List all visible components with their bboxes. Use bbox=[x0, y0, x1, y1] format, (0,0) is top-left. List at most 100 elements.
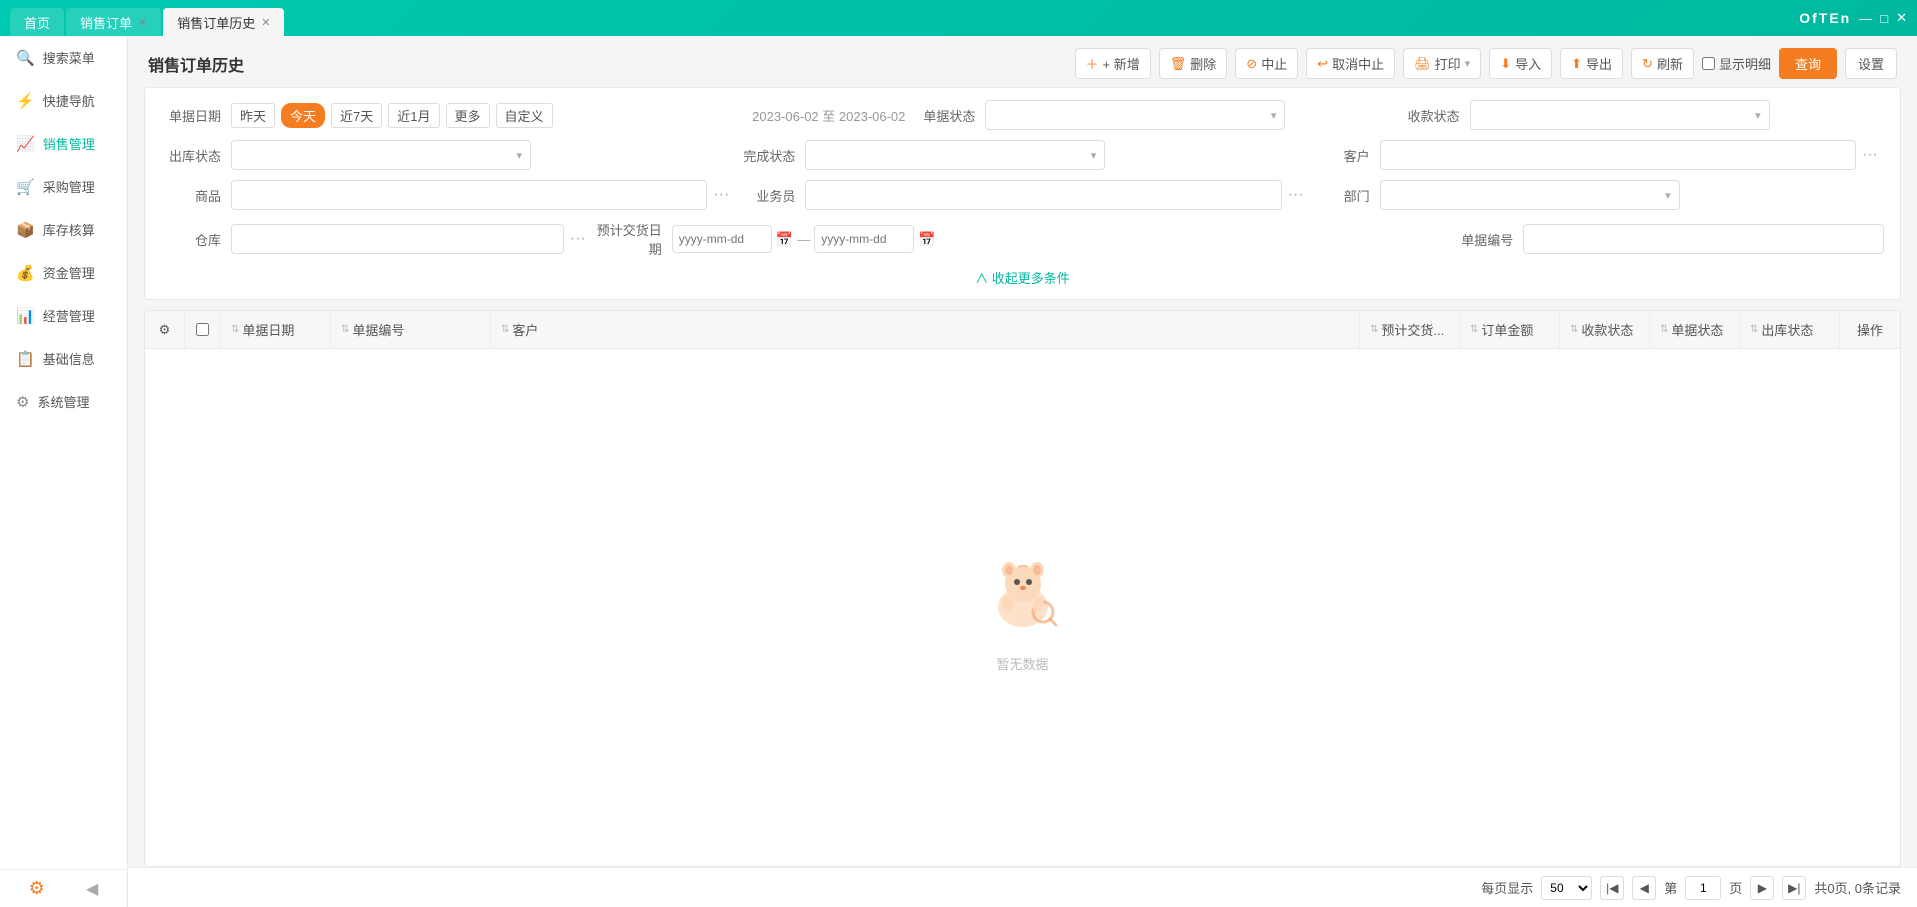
tab-home[interactable]: 首页 bbox=[10, 8, 64, 36]
pagination-first-btn[interactable]: |◀ bbox=[1600, 876, 1624, 900]
print-label: 打印 bbox=[1435, 54, 1461, 73]
goods-ellipsis-btn[interactable]: ··· bbox=[707, 186, 735, 204]
select-all-checkbox[interactable] bbox=[196, 323, 209, 336]
goods-section: 商品 ··· bbox=[161, 180, 735, 210]
per-page-select[interactable]: 50 10 20 100 bbox=[1541, 876, 1592, 900]
delivery-end-input[interactable] bbox=[814, 225, 914, 253]
out-status-select[interactable]: ▾ bbox=[231, 140, 531, 170]
export-button[interactable]: ⬆ 导出 bbox=[1560, 48, 1623, 79]
bill-status-select[interactable]: ▾ bbox=[985, 100, 1285, 130]
pay-status-select[interactable]: ▾ bbox=[1470, 100, 1770, 130]
empty-text: 暂无数据 bbox=[996, 654, 1048, 673]
warehouse-ellipsis-btn[interactable]: ··· bbox=[564, 230, 592, 248]
date-btn-more-label: 更多 bbox=[455, 109, 481, 124]
th-customer[interactable]: ⇅ 客户 bbox=[491, 311, 1360, 348]
print-button[interactable]: 🖨 打印 ▾ bbox=[1403, 48, 1481, 79]
pagination-last-btn[interactable]: ▶| bbox=[1782, 876, 1806, 900]
date-btn-today-label: 今天 bbox=[290, 109, 316, 124]
pagination-page-suffix: 页 bbox=[1729, 878, 1742, 897]
th-pay-status[interactable]: ⇅ 收款状态 bbox=[1560, 311, 1650, 348]
date-btn-1month[interactable]: 近1月 bbox=[388, 103, 439, 128]
date-btn-yesterday[interactable]: 昨天 bbox=[231, 103, 275, 128]
tab-sales-order[interactable]: 销售订单 ✕ bbox=[66, 8, 161, 36]
date-btn-7days[interactable]: 近7天 bbox=[331, 103, 382, 128]
sidebar-settings-icon[interactable]: ⚙ bbox=[29, 878, 45, 899]
pagination-prev-btn[interactable]: ◀ bbox=[1632, 876, 1656, 900]
cancel-stop-button[interactable]: ↩ 取消中止 bbox=[1306, 48, 1395, 79]
new-button[interactable]: ＋ + 新增 bbox=[1075, 48, 1151, 79]
sidebar-item-finance-label: 资金管理 bbox=[43, 263, 95, 282]
stop-button[interactable]: ⊘ 中止 bbox=[1235, 48, 1298, 79]
import-button[interactable]: ⬇ 导入 bbox=[1489, 48, 1552, 79]
customer-ellipsis-btn[interactable]: ··· bbox=[1856, 146, 1884, 164]
sidebar-item-basics-label: 基础信息 bbox=[43, 349, 95, 368]
sidebar-collapse-icon[interactable]: ◀ bbox=[86, 879, 98, 899]
display-detail-checkbox[interactable] bbox=[1702, 57, 1715, 70]
goods-input[interactable] bbox=[231, 180, 707, 210]
sidebar-item-operations[interactable]: 📊 经营管理 bbox=[0, 294, 127, 337]
sidebar-item-system[interactable]: ⚙ 系统管理 bbox=[0, 380, 127, 423]
complete-status-section: 完成状态 ▾ bbox=[735, 140, 1309, 170]
window-close-btn[interactable]: ✕ bbox=[1896, 10, 1907, 26]
th-bill-status[interactable]: ⇅ 单据状态 bbox=[1650, 311, 1740, 348]
date-btn-more[interactable]: 更多 bbox=[446, 103, 490, 128]
sidebar-item-sales[interactable]: 📈 销售管理 bbox=[0, 122, 127, 165]
toolbar: ＋ + 新增 🗑 删除 ⊘ 中止 ↩ 取消中止 🖨 打印 bbox=[1075, 48, 1897, 79]
tab-sales-order-close[interactable]: ✕ bbox=[138, 16, 147, 29]
sidebar-item-inventory[interactable]: 📦 库存核算 bbox=[0, 208, 127, 251]
display-detail-label: 显示明细 bbox=[1719, 54, 1771, 73]
date-btn-custom[interactable]: 自定义 bbox=[496, 103, 553, 128]
th-out-status-label: 出库状态 bbox=[1761, 320, 1813, 339]
display-detail-check[interactable]: 显示明细 bbox=[1702, 54, 1771, 73]
sidebar-item-operations-label: 经营管理 bbox=[43, 306, 95, 325]
sidebar: 🔍 搜索菜单 ⚡ 快捷导航 📈 销售管理 🛒 采购管理 📦 库存核算 💰 资金管… bbox=[0, 36, 128, 907]
bill-no-section: 单据编号 bbox=[1453, 224, 1884, 254]
sidebar-bottom: ⚙ ◀ bbox=[0, 869, 127, 907]
pagination-next-btn[interactable]: ▶ bbox=[1750, 876, 1774, 900]
th-no[interactable]: ⇅ 单据编号 bbox=[331, 311, 491, 348]
layout: 🔍 搜索菜单 ⚡ 快捷导航 📈 销售管理 🛒 采购管理 📦 库存核算 💰 资金管… bbox=[0, 36, 1917, 907]
refresh-button[interactable]: ↻ 刷新 bbox=[1631, 48, 1694, 79]
tab-sales-order-history[interactable]: 销售订单历史 ✕ bbox=[163, 8, 284, 36]
pagination-total: 共0页, 0条记录 bbox=[1814, 878, 1901, 897]
warehouse-input[interactable] bbox=[231, 224, 564, 254]
pagination-page-input[interactable] bbox=[1685, 876, 1721, 900]
delivery-start-cal-icon: 📅 bbox=[776, 231, 793, 248]
collapse-bar[interactable]: ∧ 收起更多条件 bbox=[161, 268, 1884, 287]
th-date[interactable]: ⇅ 单据日期 bbox=[221, 311, 331, 348]
window-minimize-btn[interactable]: — bbox=[1859, 11, 1872, 26]
salesperson-section: 业务员 ··· bbox=[735, 180, 1309, 210]
sidebar-item-quick-nav[interactable]: ⚡ 快捷导航 bbox=[0, 79, 127, 122]
th-delivery[interactable]: ⇅ 预计交货... bbox=[1360, 311, 1460, 348]
dept-select[interactable]: ▾ bbox=[1380, 180, 1680, 210]
setting-button[interactable]: 设置 bbox=[1845, 48, 1897, 79]
complete-status-select[interactable]: ▾ bbox=[805, 140, 1105, 170]
sidebar-item-purchase[interactable]: 🛒 采购管理 bbox=[0, 165, 127, 208]
bill-no-input[interactable] bbox=[1523, 224, 1884, 254]
complete-status-chevron-icon: ▾ bbox=[1091, 149, 1097, 162]
window-maximize-btn[interactable]: □ bbox=[1880, 11, 1888, 26]
th-checkbox[interactable] bbox=[185, 311, 221, 348]
th-pay-status-label: 收款状态 bbox=[1581, 320, 1633, 339]
customer-input[interactable] bbox=[1380, 140, 1856, 170]
th-out-status[interactable]: ⇅ 出库状态 bbox=[1740, 311, 1840, 348]
sidebar-item-finance[interactable]: 💰 资金管理 bbox=[0, 251, 127, 294]
th-settings[interactable]: ⚙ bbox=[145, 311, 185, 348]
salesperson-ellipsis-btn[interactable]: ··· bbox=[1282, 186, 1310, 204]
salesperson-input[interactable] bbox=[805, 180, 1281, 210]
delivery-start-input[interactable] bbox=[672, 225, 772, 253]
date-btn-today[interactable]: 今天 bbox=[281, 103, 325, 128]
tab-sales-order-history-close[interactable]: ✕ bbox=[261, 16, 270, 29]
sidebar-item-basics[interactable]: 📋 基础信息 bbox=[0, 337, 127, 380]
sidebar-item-sales-label: 销售管理 bbox=[43, 134, 95, 153]
quick-nav-icon: ⚡ bbox=[16, 92, 35, 110]
th-amount[interactable]: ⇅ 订单金额 bbox=[1460, 311, 1560, 348]
delete-button[interactable]: 🗑 删除 bbox=[1159, 48, 1228, 79]
query-button[interactable]: 查询 bbox=[1779, 48, 1837, 79]
salesperson-label: 业务员 bbox=[735, 186, 805, 205]
pay-status-chevron-icon: ▾ bbox=[1755, 109, 1761, 122]
export-label: 导出 bbox=[1586, 54, 1612, 73]
sidebar-item-search[interactable]: 🔍 搜索菜单 bbox=[0, 36, 127, 79]
stop-icon: ⊘ bbox=[1246, 56, 1257, 72]
th-no-sort-icon: ⇅ bbox=[341, 324, 349, 335]
